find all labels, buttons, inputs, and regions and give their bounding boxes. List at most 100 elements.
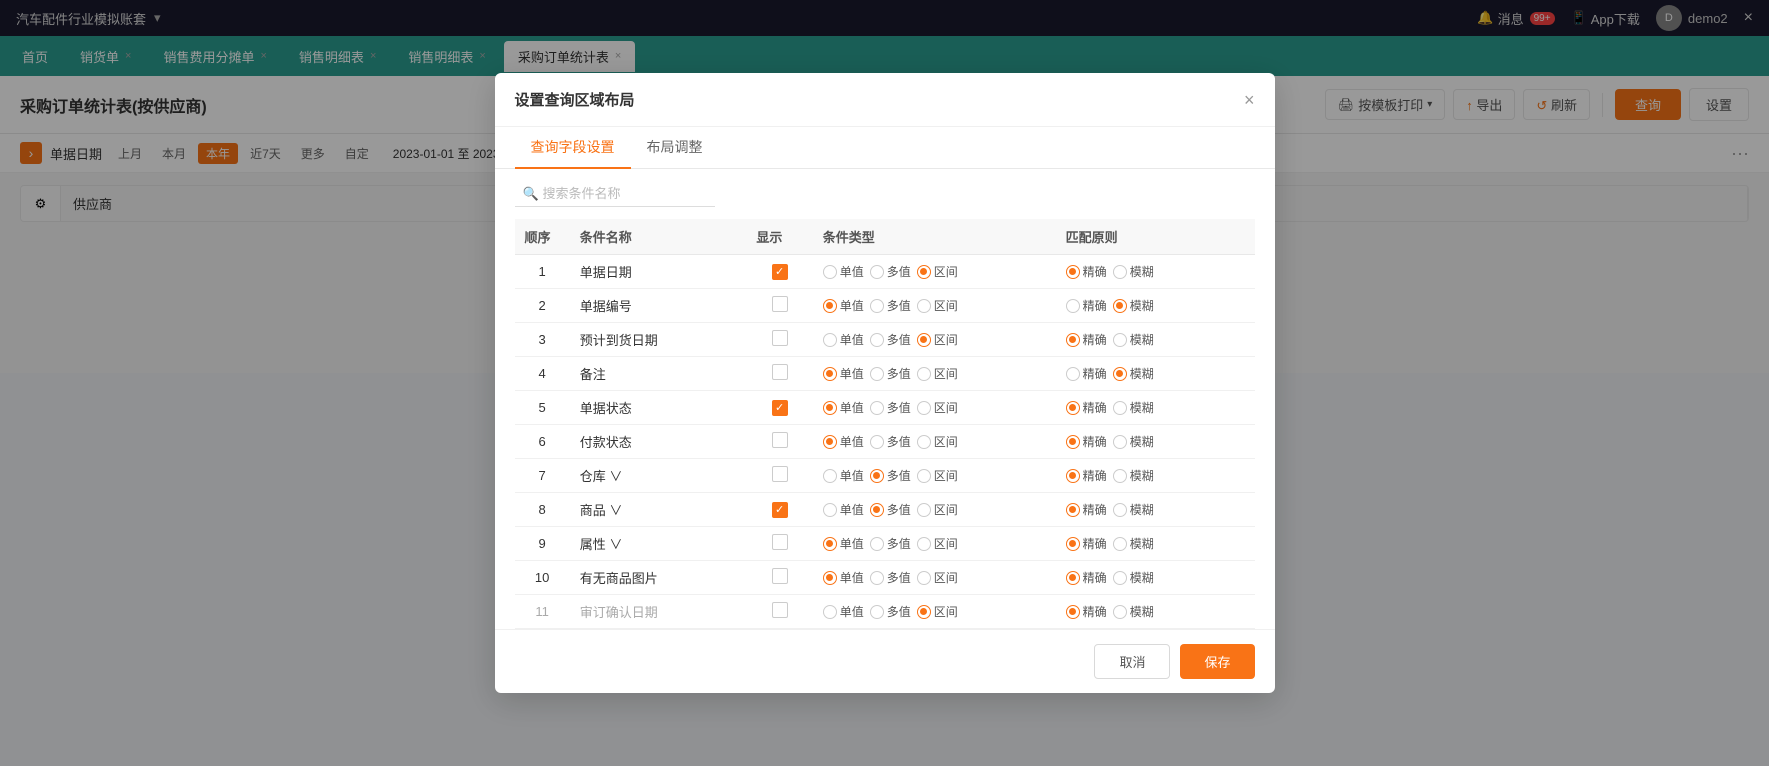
match-radio-item[interactable]: 精确	[1066, 603, 1107, 620]
modal-tab-query-fields[interactable]: 查询字段设置	[515, 127, 631, 169]
match-radio-item[interactable]: 模糊	[1113, 297, 1154, 314]
cell-show[interactable]	[746, 493, 812, 527]
match-radio-item[interactable]: 精确	[1066, 365, 1107, 382]
cell-show[interactable]	[746, 595, 812, 629]
modal-header: 设置查询区域布局 ×	[495, 73, 1275, 127]
cell-type: 单值多值区间	[813, 255, 1056, 289]
type-radio-item[interactable]: 多值	[870, 433, 911, 450]
show-checkbox[interactable]	[772, 400, 788, 416]
radio-circle	[1066, 367, 1080, 381]
cell-show[interactable]	[746, 527, 812, 561]
match-radio-item[interactable]: 模糊	[1113, 603, 1154, 620]
match-radio-item[interactable]: 精确	[1066, 467, 1107, 484]
type-radio-item[interactable]: 单值	[823, 331, 864, 348]
type-radio-item[interactable]: 多值	[870, 263, 911, 280]
cell-name: 属性 ∨	[570, 527, 747, 561]
match-radio-item[interactable]: 模糊	[1113, 569, 1154, 586]
type-radio-item[interactable]: 多值	[870, 603, 911, 620]
match-radio-item[interactable]: 模糊	[1113, 263, 1154, 280]
radio-circle	[870, 605, 884, 619]
type-radio-item[interactable]: 区间	[917, 467, 958, 484]
match-radio-item[interactable]: 精确	[1066, 399, 1107, 416]
modal-table-wrap: 顺序 条件名称 显示 条件类型 匹配原则 1单据日期单值多值区间精确模糊2单据编…	[495, 219, 1275, 629]
type-radio-item[interactable]: 单值	[823, 501, 864, 518]
type-radio-item[interactable]: 区间	[917, 535, 958, 552]
show-checkbox[interactable]	[772, 330, 788, 346]
match-radio-item[interactable]: 精确	[1066, 569, 1107, 586]
type-radio-item[interactable]: 多值	[870, 467, 911, 484]
match-radio-item[interactable]: 模糊	[1113, 535, 1154, 552]
type-radio-item[interactable]: 单值	[823, 365, 864, 382]
type-radio-item[interactable]: 多值	[870, 399, 911, 416]
cancel-button[interactable]: 取消	[1094, 644, 1170, 679]
show-checkbox[interactable]	[772, 568, 788, 584]
match-radio-item[interactable]: 模糊	[1113, 467, 1154, 484]
radio-circle	[1113, 571, 1127, 585]
type-radio-item[interactable]: 区间	[917, 263, 958, 280]
type-radio-item[interactable]: 区间	[917, 365, 958, 382]
type-radio-item[interactable]: 单值	[823, 297, 864, 314]
cell-show[interactable]	[746, 391, 812, 425]
cell-show[interactable]	[746, 561, 812, 595]
type-radio-item[interactable]: 单值	[823, 603, 864, 620]
cell-match: 精确模糊	[1056, 255, 1255, 289]
type-radio-item[interactable]: 多值	[870, 331, 911, 348]
radio-circle	[870, 503, 884, 517]
type-radio-item[interactable]: 区间	[917, 399, 958, 416]
show-checkbox[interactable]	[772, 534, 788, 550]
radio-circle	[1113, 333, 1127, 347]
type-radio-item[interactable]: 单值	[823, 433, 864, 450]
modal-close-button[interactable]: ×	[1244, 91, 1255, 109]
radio-circle	[1113, 605, 1127, 619]
match-radio-item[interactable]: 精确	[1066, 501, 1107, 518]
match-radio-item[interactable]: 模糊	[1113, 331, 1154, 348]
show-checkbox[interactable]	[772, 364, 788, 380]
cell-show[interactable]	[746, 323, 812, 357]
type-radio-item[interactable]: 多值	[870, 501, 911, 518]
table-row: 2单据编号单值多值区间精确模糊	[515, 289, 1255, 323]
type-radio-item[interactable]: 多值	[870, 297, 911, 314]
match-radio-item[interactable]: 模糊	[1113, 501, 1154, 518]
match-radio-item[interactable]: 模糊	[1113, 365, 1154, 382]
match-radio-item[interactable]: 精确	[1066, 297, 1107, 314]
type-radio-item[interactable]: 区间	[917, 569, 958, 586]
cell-show[interactable]	[746, 459, 812, 493]
type-radio-item[interactable]: 单值	[823, 399, 864, 416]
show-checkbox[interactable]	[772, 602, 788, 618]
cell-show[interactable]	[746, 357, 812, 391]
type-radio-item[interactable]: 单值	[823, 569, 864, 586]
cell-match: 精确模糊	[1056, 391, 1255, 425]
type-radio-item[interactable]: 单值	[823, 263, 864, 280]
cell-show[interactable]	[746, 425, 812, 459]
type-radio-item[interactable]: 区间	[917, 331, 958, 348]
type-radio-item[interactable]: 多值	[870, 535, 911, 552]
cell-order: 4	[515, 357, 570, 391]
type-radio-item[interactable]: 区间	[917, 501, 958, 518]
show-checkbox[interactable]	[772, 432, 788, 448]
show-checkbox[interactable]	[772, 264, 788, 280]
show-checkbox[interactable]	[772, 466, 788, 482]
match-radio-item[interactable]: 精确	[1066, 263, 1107, 280]
type-radio-item[interactable]: 多值	[870, 365, 911, 382]
radio-circle	[870, 435, 884, 449]
type-radio-item[interactable]: 区间	[917, 603, 958, 620]
cell-show[interactable]	[746, 255, 812, 289]
type-radio-item[interactable]: 单值	[823, 535, 864, 552]
show-checkbox[interactable]	[772, 502, 788, 518]
type-radio-item[interactable]: 区间	[917, 433, 958, 450]
table-header-row: 顺序 条件名称 显示 条件类型 匹配原则	[515, 219, 1255, 255]
search-input[interactable]	[515, 181, 715, 207]
match-radio-item[interactable]: 精确	[1066, 331, 1107, 348]
type-radio-item[interactable]: 单值	[823, 467, 864, 484]
match-radio-item[interactable]: 模糊	[1113, 399, 1154, 416]
type-radio-item[interactable]: 区间	[917, 297, 958, 314]
match-radio-item[interactable]: 模糊	[1113, 433, 1154, 450]
modal-tab-layout[interactable]: 布局调整	[631, 127, 719, 169]
show-checkbox[interactable]	[772, 296, 788, 312]
match-radio-item[interactable]: 精确	[1066, 535, 1107, 552]
match-radio-item[interactable]: 精确	[1066, 433, 1107, 450]
cell-show[interactable]	[746, 289, 812, 323]
th-name: 条件名称	[570, 219, 747, 255]
save-button[interactable]: 保存	[1180, 644, 1254, 679]
type-radio-item[interactable]: 多值	[870, 569, 911, 586]
